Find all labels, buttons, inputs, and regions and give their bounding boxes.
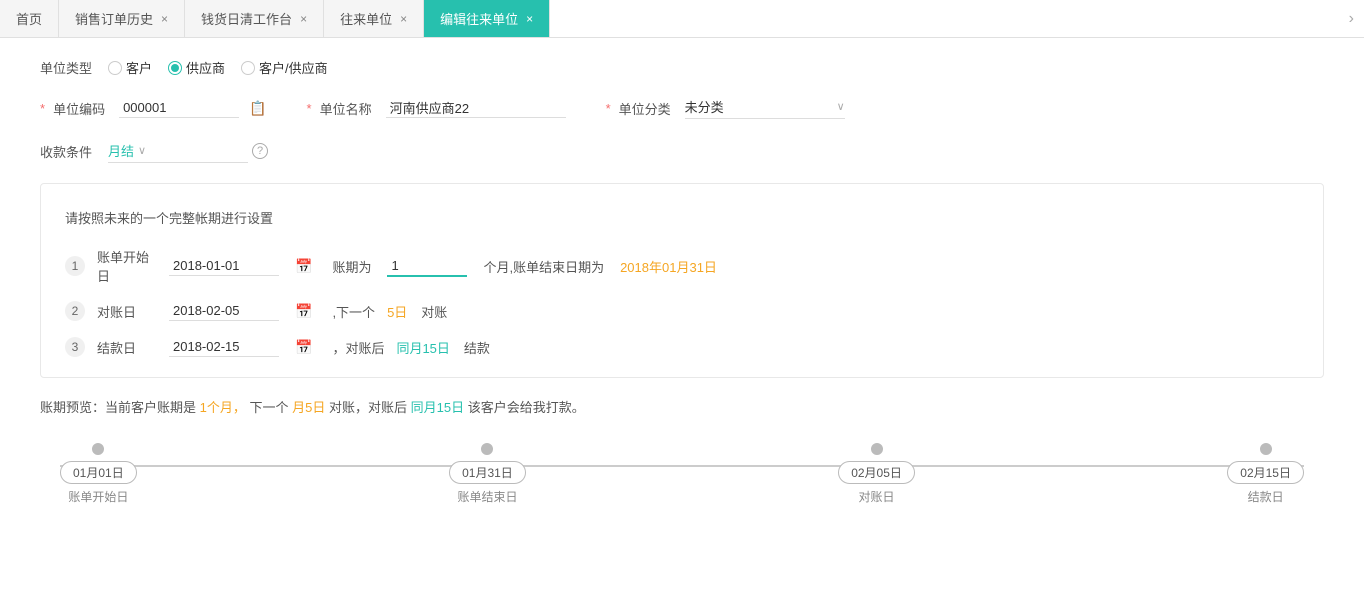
cat-required: * xyxy=(606,101,611,116)
settings-section: 请按照未来的一个完整帐期进行设置 1 账单开始日 📅 账期为 个月,账单结束日期… xyxy=(40,183,1324,378)
code-required: * xyxy=(40,101,45,116)
row-label-2: 对账日 xyxy=(97,302,157,321)
unit-type-label: 单位类型 xyxy=(40,58,92,77)
radio-customer[interactable]: 客户 xyxy=(108,58,152,77)
timeline-dot-3 xyxy=(871,443,883,455)
preview-payment: 同月15日 xyxy=(411,400,464,415)
section-instruction: 请按照未来的一个完整帐期进行设置 xyxy=(65,208,1299,227)
timeline-dot-4 xyxy=(1260,443,1272,455)
category-dropdown-arrow: ∨ xyxy=(837,100,845,113)
main-content: 单位类型 客户 供应商 客户/供应商 * 单位编码 📋 * 单位名称 xyxy=(0,38,1364,608)
close-partner[interactable]: × xyxy=(400,12,407,26)
radio-circle-both xyxy=(241,61,255,75)
setting-row-1: 1 账单开始日 📅 账期为 个月,账单结束日期为 2018年01月31日 xyxy=(65,247,1299,285)
timeline-label-3: 对账日 xyxy=(859,488,895,505)
radio-circle-customer xyxy=(108,61,122,75)
reconcile-date-input[interactable] xyxy=(169,301,279,321)
tab-cash-work[interactable]: 钱货日清工作台 × xyxy=(185,0,324,37)
row-label-1: 账单开始日 xyxy=(97,247,157,285)
tab-home[interactable]: 首页 xyxy=(0,0,59,37)
unit-code-input[interactable] xyxy=(119,98,239,118)
end-date-highlight: 2018年01月31日 xyxy=(620,257,717,276)
preview-label: 账期预览：当前客户账期是 xyxy=(40,400,196,415)
radio-supplier[interactable]: 供应商 xyxy=(168,58,225,77)
name-required: * xyxy=(307,101,312,116)
reconcile-date-cal[interactable]: 📅 xyxy=(295,303,312,320)
timeline-item-4: 02月15日 结款日 xyxy=(1227,443,1304,505)
timeline-badge-2: 01月31日 xyxy=(449,461,526,484)
payment-date-input[interactable] xyxy=(169,337,279,357)
timeline-label-1: 账单开始日 xyxy=(68,488,128,505)
tab-more-button[interactable]: › xyxy=(1339,0,1364,37)
timeline-label-2: 账单结束日 xyxy=(457,488,517,505)
unit-category-label: 单位分类 xyxy=(619,99,671,118)
unit-name-input[interactable] xyxy=(386,98,566,118)
close-sales-history[interactable]: × xyxy=(161,12,168,26)
payment-terms-row: 收款条件 月结 ∨ ? xyxy=(40,139,1324,163)
preview-period: 1个月， xyxy=(200,400,246,415)
tab-sales-history[interactable]: 销售订单历史 × xyxy=(59,0,185,37)
timeline-badge-1: 01月01日 xyxy=(60,461,137,484)
payment-terms-value: 月结 xyxy=(108,141,134,160)
payment-date-cal[interactable]: 📅 xyxy=(295,339,312,356)
radio-both[interactable]: 客户/供应商 xyxy=(241,58,328,77)
timeline: 01月01日 账单开始日 01月31日 账单结束日 02月05日 对账日 02月… xyxy=(40,443,1324,505)
close-cash-work[interactable]: × xyxy=(300,12,307,26)
preview-payment-post: 该客户会给我打款。 xyxy=(468,400,585,415)
unit-type-radio-group: 客户 供应商 客户/供应商 xyxy=(108,58,328,77)
row-label-3: 结款日 xyxy=(97,338,157,357)
preview-section: 账期预览：当前客户账期是 1个月， 下一个 月5日 对账，对账后 同月15日 该… xyxy=(40,398,1324,521)
tab-bar: 首页 销售订单历史 × 钱货日清工作台 × 往来单位 × 编辑往来单位 × › xyxy=(0,0,1364,38)
start-date-input[interactable] xyxy=(169,256,279,276)
timeline-badge-4: 02月15日 xyxy=(1227,461,1304,484)
setting-row-2: 2 对账日 📅 ,下一个 5日 对账 xyxy=(65,301,1299,321)
row-num-2: 2 xyxy=(65,301,85,321)
row2-desc-pre: ,下一个 xyxy=(332,302,375,321)
close-edit-partner[interactable]: × xyxy=(526,12,533,26)
unit-category-value: 未分类 xyxy=(685,97,837,116)
payment-terms-label: 收款条件 xyxy=(40,142,92,161)
unit-name-label: 单位名称 xyxy=(320,99,372,118)
setting-row-3: 3 结款日 📅 ，对账后 同月15日 结款 xyxy=(65,337,1299,357)
preview-reconcile-pre: 下一个 xyxy=(250,400,289,415)
setting-rows: 1 账单开始日 📅 账期为 个月,账单结束日期为 2018年01月31日 2 对… xyxy=(65,247,1299,357)
payment-terms-arrow: ∨ xyxy=(138,144,146,157)
tab-partner[interactable]: 往来单位 × xyxy=(324,0,424,37)
unit-code-label: 单位编码 xyxy=(53,99,105,118)
row1-desc-suffix: 个月,账单结束日期为 xyxy=(483,257,604,276)
preview-reconcile: 月5日 xyxy=(292,400,325,415)
radio-circle-supplier xyxy=(168,61,182,75)
payment-terms-select[interactable]: 月结 ∨ xyxy=(108,139,248,163)
timeline-label-4: 结款日 xyxy=(1248,488,1284,505)
timeline-dot-2 xyxy=(481,443,493,455)
help-icon[interactable]: ? xyxy=(252,143,268,159)
period-input[interactable] xyxy=(387,256,467,277)
timeline-item-3: 02月05日 对账日 xyxy=(838,443,915,505)
row3-desc-pre: ，对账后 xyxy=(332,338,384,357)
tab-edit-partner[interactable]: 编辑往来单位 × xyxy=(424,0,550,37)
preview-reconcile-post: 对账，对账后 xyxy=(329,400,407,415)
row-num-3: 3 xyxy=(65,337,85,357)
unit-type-row: 单位类型 客户 供应商 客户/供应商 xyxy=(40,58,1324,77)
timeline-items: 01月01日 账单开始日 01月31日 账单结束日 02月05日 对账日 02月… xyxy=(60,443,1304,505)
timeline-item-1: 01月01日 账单开始日 xyxy=(60,443,137,505)
preview-text: 账期预览：当前客户账期是 1个月， 下一个 月5日 对账，对账后 同月15日 该… xyxy=(40,398,1324,419)
unit-category-select[interactable]: 未分类 ∨ xyxy=(685,97,845,119)
unit-info-row: * 单位编码 📋 * 单位名称 * 单位分类 未分类 ∨ xyxy=(40,97,1324,119)
timeline-item-2: 01月31日 账单结束日 xyxy=(449,443,526,505)
row2-highlight: 5日 xyxy=(387,302,407,321)
row-num-1: 1 xyxy=(65,256,85,276)
row3-desc-suffix: 结款 xyxy=(464,338,490,357)
unit-code-icon[interactable]: 📋 xyxy=(249,100,266,117)
row1-desc-pre: 账期为 xyxy=(332,257,371,276)
timeline-badge-3: 02月05日 xyxy=(838,461,915,484)
timeline-dot-1 xyxy=(92,443,104,455)
row3-highlight: 同月15日 xyxy=(396,338,449,357)
row2-desc-suffix: 对账 xyxy=(421,302,447,321)
start-date-cal[interactable]: 📅 xyxy=(295,258,312,275)
